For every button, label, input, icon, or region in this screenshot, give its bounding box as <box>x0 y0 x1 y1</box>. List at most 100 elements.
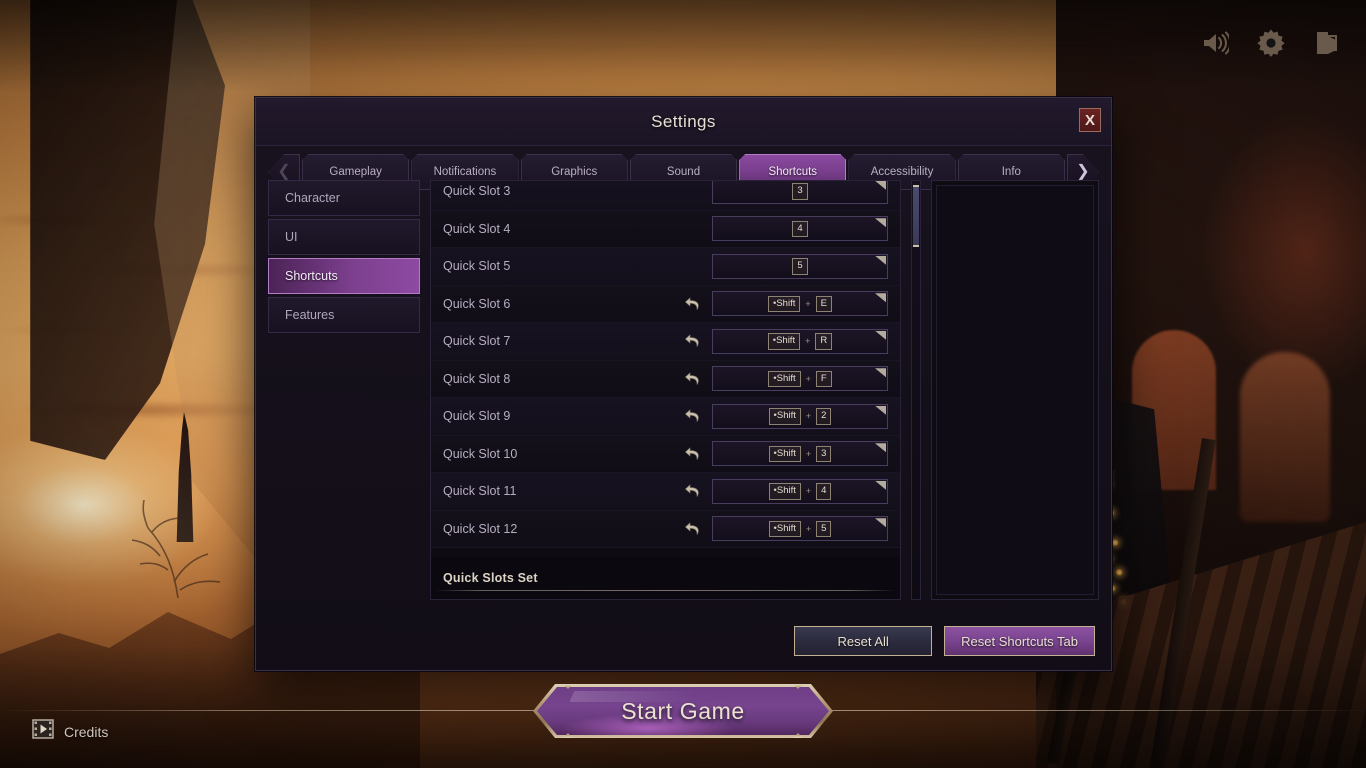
key-binding-field[interactable]: Shift +5 <box>712 516 888 542</box>
shortcut-row-label: Quick Slot 8 <box>443 371 511 386</box>
reset-all-button[interactable]: Reset All <box>794 626 933 656</box>
shortcut-row: Quick Slot 9 Shift +2 <box>431 398 900 436</box>
list-scrollbar[interactable] <box>911 180 921 600</box>
shortcut-row-label: Quick Slot 12 <box>443 521 518 536</box>
tab-label: Notifications <box>433 166 497 178</box>
key-binding-field[interactable]: Shift + R <box>712 328 888 354</box>
credits-button[interactable]: Credits <box>32 719 108 744</box>
tab-label: Sound <box>666 166 701 178</box>
keycap: R <box>815 333 833 350</box>
settings-dialog: Settings X ❮ Gameplay Notifications Graphi… <box>255 97 1112 671</box>
keycap: 4 <box>816 483 832 500</box>
keycap: 3 <box>792 183 808 200</box>
top-icon-bar <box>1198 26 1344 60</box>
dialog-body: Character UI Shortcuts Features Quick Slot … <box>268 180 1099 600</box>
shortcut-row-label: Quick Slot 4 <box>443 221 511 236</box>
key-separator: + <box>805 523 812 534</box>
shortcuts-scroll-area[interactable]: Quick Slot 3 3 Quick Slot 4 4 Quick Slot 55Q… <box>431 181 900 557</box>
keycap: Shift <box>768 370 801 387</box>
revert-icon[interactable] <box>678 291 708 317</box>
tab-label: Info <box>1001 166 1021 178</box>
section-heading-quick-slots-set: Quick Slots Set <box>431 557 900 599</box>
credits-label: Credits <box>64 723 109 740</box>
shortcut-row: Quick Slot 4 4 <box>431 210 900 248</box>
key-separator: + <box>805 411 812 422</box>
close-icon[interactable]: X <box>1079 108 1101 132</box>
key-separator: + <box>805 298 811 309</box>
dialog-footer: Reset All Reset Shortcuts Tab <box>794 626 1095 656</box>
chevron-right-icon: ❯ <box>1076 163 1090 180</box>
tab-label: Gameplay <box>329 166 382 178</box>
section-heading-label: Quick Slots Set <box>443 571 538 585</box>
keycap: 5 <box>792 258 808 275</box>
shortcut-row: Quick Slot 11 Shift +4 <box>431 473 900 511</box>
film-play-icon <box>32 719 54 744</box>
key-binding-field[interactable]: Shift +3 <box>712 441 888 467</box>
key-binding-field[interactable]: Shift +4 <box>712 478 888 504</box>
exit-icon[interactable] <box>1310 26 1344 60</box>
key-separator: + <box>805 373 811 384</box>
shortcut-row-label: Quick Slot 7 <box>443 334 511 349</box>
tab-label: Graphics <box>551 166 598 178</box>
key-binding-field[interactable]: 3 <box>712 181 888 204</box>
revert-icon[interactable] <box>678 516 708 542</box>
shortcut-row: Quick Slot 3 3 <box>431 181 900 211</box>
start-game-fill: Start Game <box>537 687 829 735</box>
sidebar-item-character[interactable]: Character <box>268 180 420 216</box>
shortcut-row: Quick Slot 5 5 <box>431 248 900 286</box>
settings-sidebar: Character UI Shortcuts Features <box>268 180 420 600</box>
gear-icon[interactable] <box>1254 26 1288 60</box>
page-title: Settings <box>651 111 716 131</box>
keycap: Shift <box>767 333 801 350</box>
key-binding-field[interactable]: 4 <box>712 216 888 242</box>
dialog-titlebar: Settings X <box>256 98 1111 146</box>
scrollbar-thumb[interactable] <box>913 185 919 247</box>
keycap: E <box>815 295 832 312</box>
shortcut-row: Quick Slot 10 Shift +3 <box>431 435 900 473</box>
key-separator: + <box>805 336 811 347</box>
keycap: F <box>815 370 832 387</box>
revert-icon[interactable] <box>678 478 708 504</box>
key-binding-field[interactable]: Shift + F <box>712 366 888 392</box>
shortcut-row: Quick Slot 8 Shift + F <box>431 360 900 398</box>
keycap: Shift <box>768 483 801 500</box>
chevron-left-icon: ❮ <box>277 163 291 180</box>
reset-shortcuts-tab-label: Reset Shortcuts Tab <box>961 633 1078 649</box>
shortcut-row-label: Quick Slot 10 <box>443 446 518 461</box>
sidebar-item-label: UI <box>285 230 298 244</box>
start-game-button[interactable]: Start Game <box>533 684 833 738</box>
volume-icon[interactable] <box>1198 26 1232 60</box>
shortcuts-list-panel: Quick Slot 3 3 Quick Slot 4 4 Quick Slot 55Q… <box>430 180 901 600</box>
sidebar-item-ui[interactable]: UI <box>268 219 420 255</box>
key-separator: + <box>805 486 812 497</box>
shortcut-row-label: Quick Slot 3 <box>443 184 511 199</box>
close-icon-glyph: X <box>1084 111 1095 129</box>
start-game-label: Start Game <box>621 697 745 724</box>
shortcut-row: Quick Slot 6 Shift + E <box>431 285 900 323</box>
revert-icon[interactable] <box>678 403 708 429</box>
key-binding-field[interactable]: Shift +2 <box>712 403 888 429</box>
reset-all-label: Reset All <box>837 633 889 649</box>
shortcut-row-label: Quick Slot 9 <box>443 409 511 424</box>
sidebar-item-shortcuts[interactable]: Shortcuts <box>268 258 420 294</box>
reset-shortcuts-tab-button[interactable]: Reset Shortcuts Tab <box>944 626 1095 656</box>
revert-icon[interactable] <box>678 328 708 354</box>
tab-label: Shortcuts <box>768 166 818 178</box>
keycap: 4 <box>792 220 808 237</box>
description-text <box>936 185 1094 595</box>
shortcut-row: Quick Slot 7 Shift + R <box>431 323 900 361</box>
keycap: Shift <box>768 295 801 312</box>
revert-icon[interactable] <box>678 441 708 467</box>
sidebar-item-features[interactable]: Features <box>268 297 420 333</box>
keycap: 5 <box>816 520 832 537</box>
key-separator: + <box>805 448 812 459</box>
section-divider <box>435 590 896 591</box>
shortcut-row-label: Quick Slot 11 <box>443 484 517 499</box>
shortcut-row: Quick Slot 12 Shift +5 <box>431 510 900 548</box>
key-binding-field[interactable]: 5 <box>712 253 888 279</box>
key-binding-field[interactable]: Shift + E <box>712 291 888 317</box>
revert-icon[interactable] <box>678 366 708 392</box>
sidebar-item-label: Shortcuts <box>285 269 338 283</box>
sidebar-item-label: Features <box>285 308 335 322</box>
sidebar-item-label: Character <box>285 191 340 205</box>
